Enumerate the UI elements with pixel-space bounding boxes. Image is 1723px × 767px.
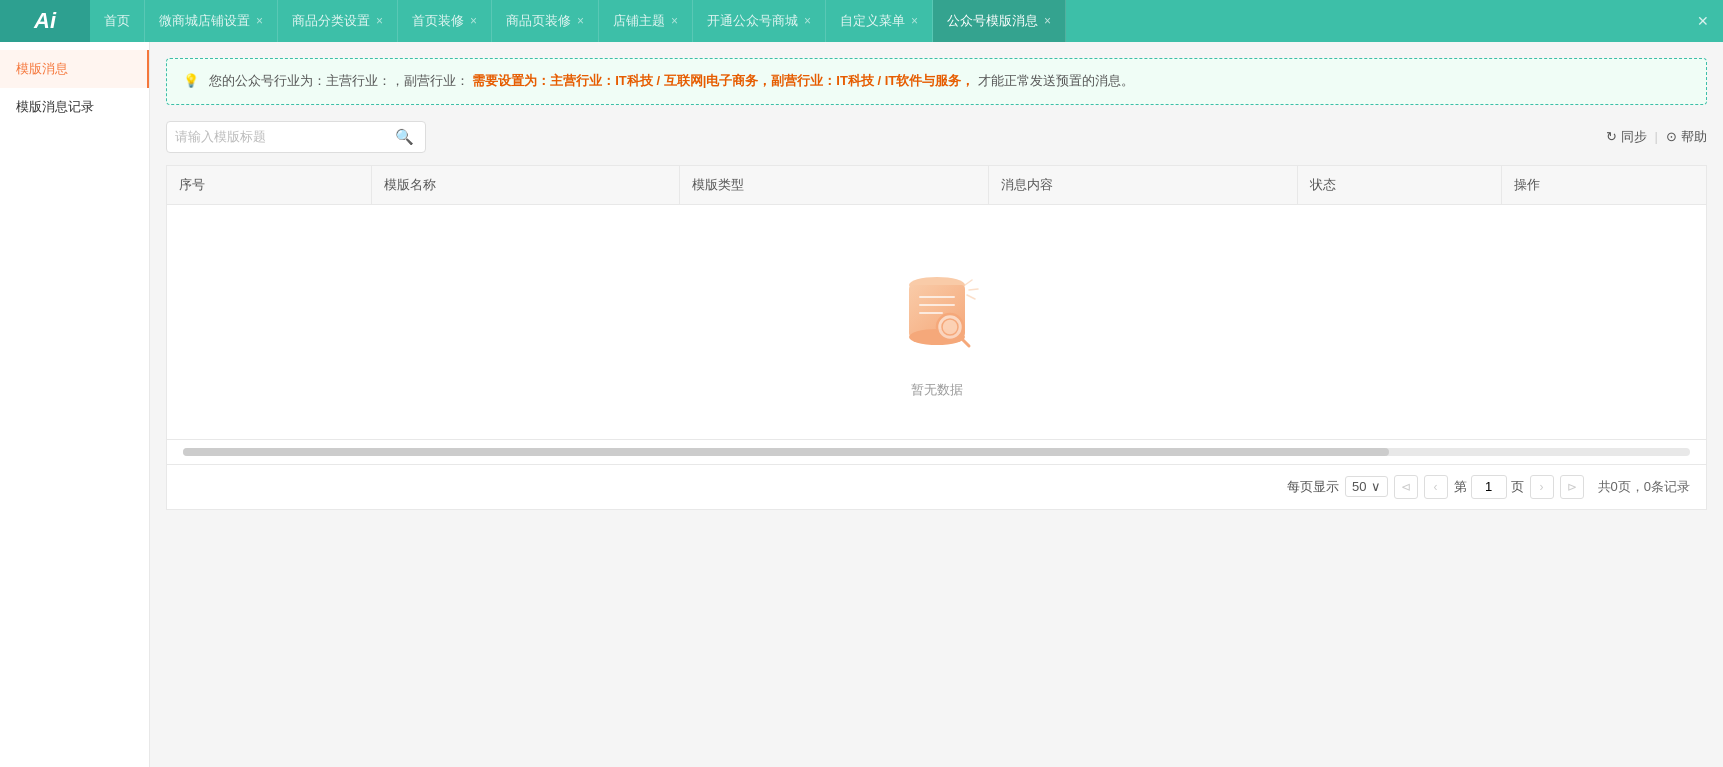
page-unit: 页 — [1511, 478, 1524, 496]
close-tab-custom-menu[interactable]: × — [911, 14, 918, 28]
empty-illustration — [887, 265, 987, 365]
next-page-button[interactable]: › — [1530, 475, 1554, 499]
nav-tab-wechat-shop[interactable]: 微商城店铺设置× — [145, 0, 278, 42]
toolbar-right: ↻ 同步 | ⊙ 帮助 — [1606, 128, 1707, 146]
nav-tab-custom-menu[interactable]: 自定义菜单× — [826, 0, 933, 42]
col-header-action: 操作 — [1502, 165, 1707, 204]
scroll-track-wrap — [166, 440, 1707, 465]
page-number-input[interactable] — [1471, 475, 1507, 499]
sync-icon: ↻ — [1606, 129, 1617, 144]
close-tab-template-msg[interactable]: × — [1044, 14, 1051, 28]
search-bar: 🔍 ↻ 同步 | ⊙ 帮助 — [166, 121, 1707, 153]
search-icon[interactable]: 🔍 — [395, 128, 414, 146]
empty-state: 暂无数据 — [166, 205, 1707, 440]
last-page-button[interactable]: ⊳ — [1560, 475, 1584, 499]
nav-tab-home-decor[interactable]: 首页装修× — [398, 0, 492, 42]
di-label: 第 — [1454, 478, 1467, 496]
notice-highlight: 需要设置为：主营行业：IT科技 / 互联网|电子商务，副营行业：IT科技 / I… — [472, 73, 974, 88]
col-header-content: 消息内容 — [989, 165, 1298, 204]
close-all-tabs-button[interactable]: ✕ — [1683, 0, 1723, 42]
notice-text-prefix: 您的公众号行业为：主营行业：，副营行业： — [209, 73, 469, 88]
table-header: 序号模版名称模版类型消息内容状态操作 — [167, 165, 1707, 204]
nav-tab-product-decor[interactable]: 商品页装修× — [492, 0, 599, 42]
nav-tab-home[interactable]: 首页 — [90, 0, 145, 42]
sync-label: 同步 — [1621, 128, 1647, 146]
scroll-track — [183, 448, 1690, 456]
prev-page-button[interactable]: ‹ — [1424, 475, 1448, 499]
page-size-selector[interactable]: 50 ∨ — [1345, 476, 1387, 497]
chevron-down-icon: ∨ — [1371, 479, 1381, 494]
app-logo: Ai — [0, 0, 90, 42]
scroll-thumb[interactable] — [183, 448, 1389, 456]
nav-tabs: 首页微商城店铺设置×商品分类设置×首页装修×商品页装修×店铺主题×开通公众号商城… — [90, 0, 1683, 42]
svg-line-10 — [969, 289, 978, 290]
col-header-status: 状态 — [1297, 165, 1502, 204]
sidebar-menu: 模版消息模版消息记录 — [0, 50, 149, 126]
search-input-wrap: 🔍 — [166, 121, 426, 153]
page-size-value: 50 — [1352, 479, 1366, 494]
empty-text: 暂无数据 — [911, 381, 963, 399]
search-input[interactable] — [175, 129, 395, 144]
nav-tab-shop-theme[interactable]: 店铺主题× — [599, 0, 693, 42]
page-size-label: 每页显示 — [1287, 478, 1339, 496]
sidebar-item-template-msg[interactable]: 模版消息 — [0, 50, 149, 88]
notice-banner: 💡 您的公众号行业为：主营行业：，副营行业： 需要设置为：主营行业：IT科技 /… — [166, 58, 1707, 105]
col-header-index: 序号 — [167, 165, 372, 204]
col-header-type: 模版类型 — [680, 165, 989, 204]
svg-point-7 — [942, 319, 958, 335]
nav-tab-template-msg[interactable]: 公众号模版消息× — [933, 0, 1066, 42]
sync-button[interactable]: ↻ 同步 — [1606, 128, 1647, 146]
close-tab-wechat-shop[interactable]: × — [256, 14, 263, 28]
sidebar-item-template-log[interactable]: 模版消息记录 — [0, 88, 149, 126]
first-page-button[interactable]: ⊲ — [1394, 475, 1418, 499]
col-header-name: 模版名称 — [371, 165, 680, 204]
notice-text-suffix: 才能正常发送预置的消息。 — [978, 73, 1134, 88]
help-icon: ⊙ — [1666, 129, 1677, 144]
help-button[interactable]: ⊙ 帮助 — [1666, 128, 1707, 146]
sidebar: 模版消息模版消息记录 — [0, 42, 150, 767]
help-label: 帮助 — [1681, 128, 1707, 146]
close-tab-product-decor[interactable]: × — [577, 14, 584, 28]
notice-icon: 💡 — [183, 73, 199, 88]
main-layout: 模版消息模版消息记录 💡 您的公众号行业为：主营行业：，副营行业： 需要设置为：… — [0, 42, 1723, 767]
nav-tab-open-mall[interactable]: 开通公众号商城× — [693, 0, 826, 42]
page-total: 共0页，0条记录 — [1598, 478, 1690, 496]
close-tab-category[interactable]: × — [376, 14, 383, 28]
pagination: 每页显示 50 ∨ ⊲ ‹ 第 页 › ⊳ 共0页，0条记录 — [166, 465, 1707, 510]
close-tab-open-mall[interactable]: × — [804, 14, 811, 28]
divider: | — [1655, 129, 1658, 144]
content-area: 💡 您的公众号行业为：主营行业：，副营行业： 需要设置为：主营行业：IT科技 /… — [150, 42, 1723, 767]
svg-line-11 — [967, 295, 975, 299]
close-tab-home-decor[interactable]: × — [470, 14, 477, 28]
nav-tab-category[interactable]: 商品分类设置× — [278, 0, 398, 42]
data-table: 序号模版名称模版类型消息内容状态操作 — [166, 165, 1707, 205]
page-input-box: 第 页 — [1454, 475, 1524, 499]
svg-line-9 — [965, 280, 972, 285]
close-tab-shop-theme[interactable]: × — [671, 14, 678, 28]
top-nav: Ai 首页微商城店铺设置×商品分类设置×首页装修×商品页装修×店铺主题×开通公众… — [0, 0, 1723, 42]
